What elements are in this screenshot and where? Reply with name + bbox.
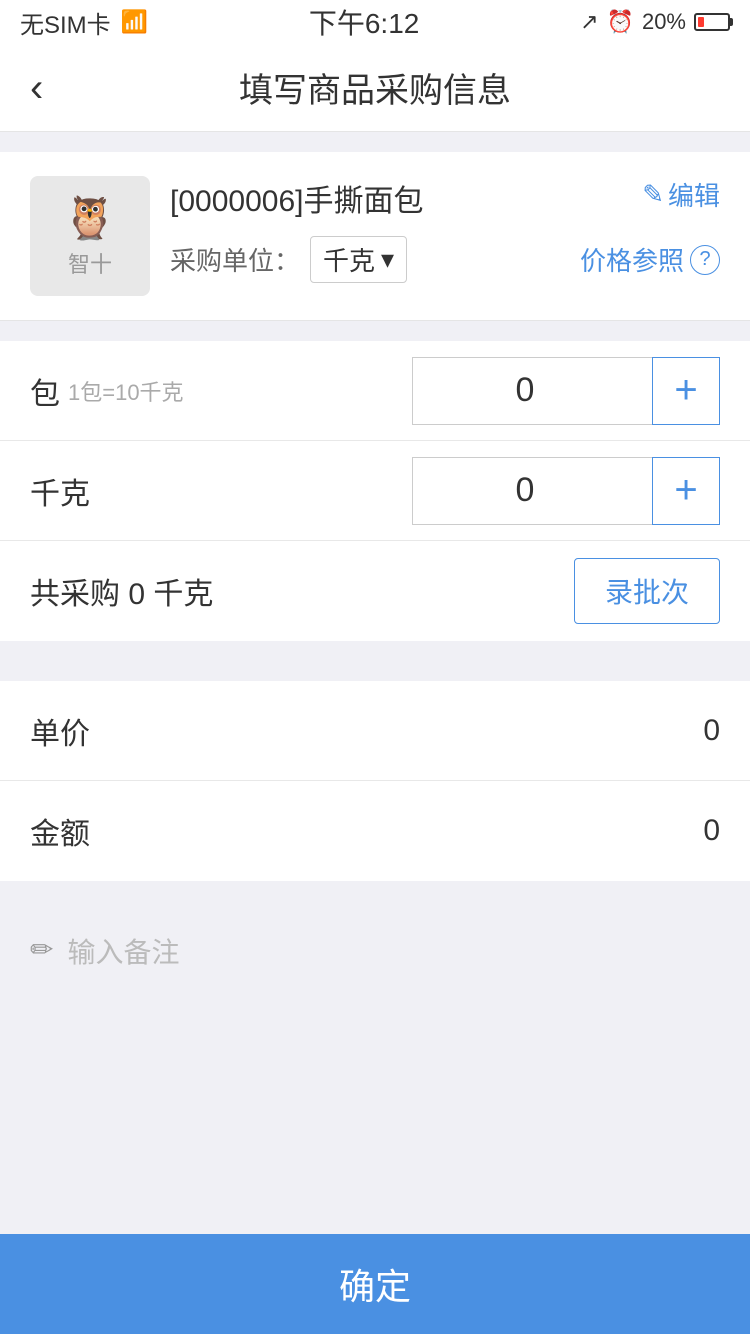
- battery-body: [694, 13, 730, 31]
- product-header: [0000006]手撕面包 ✎ 编辑: [170, 176, 720, 220]
- unit-price-value: 0: [703, 714, 720, 748]
- unit-dropdown[interactable]: 千克 ▾: [310, 236, 407, 283]
- confirm-bar[interactable]: 确定: [0, 1234, 750, 1334]
- logo-text: 智十: [64, 247, 116, 279]
- dropdown-arrow-icon: ▾: [381, 244, 394, 275]
- kg-plus-button[interactable]: +: [652, 457, 720, 525]
- amount-value: 0: [703, 814, 720, 848]
- status-left: 无SIM卡 📶: [20, 5, 148, 40]
- unit-price-row: 单价 0: [0, 681, 750, 781]
- product-unit-row: 采购单位： 千克 ▾ 价格参照 ?: [170, 236, 720, 283]
- product-image: 🦉 智十: [30, 176, 150, 296]
- unit-value: 千克: [323, 241, 375, 278]
- price-ref-label: 价格参照: [580, 241, 684, 278]
- bag-plus-button[interactable]: +: [652, 357, 720, 425]
- price-reference-button[interactable]: 价格参照 ?: [580, 241, 720, 278]
- batch-button[interactable]: 录批次: [574, 558, 720, 624]
- nav-bar: ‹ 填写商品采购信息: [0, 44, 750, 132]
- bag-input-right: +: [412, 357, 720, 425]
- summary-row: 共采购 0 千克 录批次: [0, 541, 750, 641]
- kg-quantity-input[interactable]: [412, 457, 652, 525]
- edit-label: 编辑: [668, 176, 720, 213]
- notes-placeholder: 输入备注: [67, 931, 179, 971]
- alarm-icon: ⏰: [607, 9, 634, 35]
- info-icon: ?: [690, 245, 720, 275]
- product-name: [0000006]手撕面包: [170, 176, 423, 220]
- unit-price-label: 单价: [30, 709, 90, 753]
- edit-icon: ✎: [642, 179, 664, 210]
- unit-selector-group: 采购单位： 千克 ▾: [170, 236, 407, 283]
- status-bar: 无SIM卡 📶 下午6:12 ↗ ⏰ 20%: [0, 0, 750, 44]
- location-icon: ↗: [580, 9, 598, 35]
- wifi-icon: 📶: [121, 9, 148, 35]
- kg-input-right: +: [412, 457, 720, 525]
- notes-section[interactable]: ✏ 输入备注: [0, 901, 750, 1001]
- battery-percent: 20%: [642, 9, 686, 35]
- carrier-label: 无SIM卡: [20, 5, 111, 40]
- bottom-filler: [0, 1001, 750, 1201]
- bag-label: 包: [30, 369, 60, 413]
- bag-input-row: 包 1包=10千克 +: [0, 341, 750, 441]
- input-section: 包 1包=10千克 + 千克 + 共采购 0 千克 录批次: [0, 341, 750, 641]
- battery-fill: [698, 17, 704, 27]
- product-card: 🦉 智十 [0000006]手撕面包 ✎ 编辑 采购单位： 千克 ▾ 价格参照: [0, 152, 750, 321]
- battery-indicator: [694, 13, 730, 31]
- edit-button[interactable]: ✎ 编辑: [642, 176, 720, 213]
- amount-label: 金额: [30, 809, 90, 853]
- price-section: 单价 0 金额 0: [0, 681, 750, 881]
- page-title: 填写商品采购信息: [239, 63, 511, 112]
- bag-quantity-input[interactable]: [412, 357, 652, 425]
- bag-sub-label: 1包=10千克: [68, 375, 184, 407]
- product-info: [0000006]手撕面包 ✎ 编辑 采购单位： 千克 ▾ 价格参照 ?: [170, 176, 720, 283]
- kg-input-row: 千克 +: [0, 441, 750, 541]
- back-button[interactable]: ‹: [30, 68, 43, 108]
- section-divider-1: [0, 321, 750, 341]
- section-divider-2: [0, 641, 750, 661]
- time-label: 下午6:12: [309, 2, 420, 42]
- unit-text-label: 采购单位：: [170, 241, 300, 278]
- total-label: 共采购 0 千克: [30, 569, 213, 613]
- confirm-button[interactable]: 确定: [339, 1258, 411, 1310]
- amount-row: 金额 0: [0, 781, 750, 881]
- pencil-icon: ✏: [30, 933, 53, 966]
- kg-label: 千克: [30, 469, 90, 513]
- status-right: ↗ ⏰ 20%: [580, 9, 730, 35]
